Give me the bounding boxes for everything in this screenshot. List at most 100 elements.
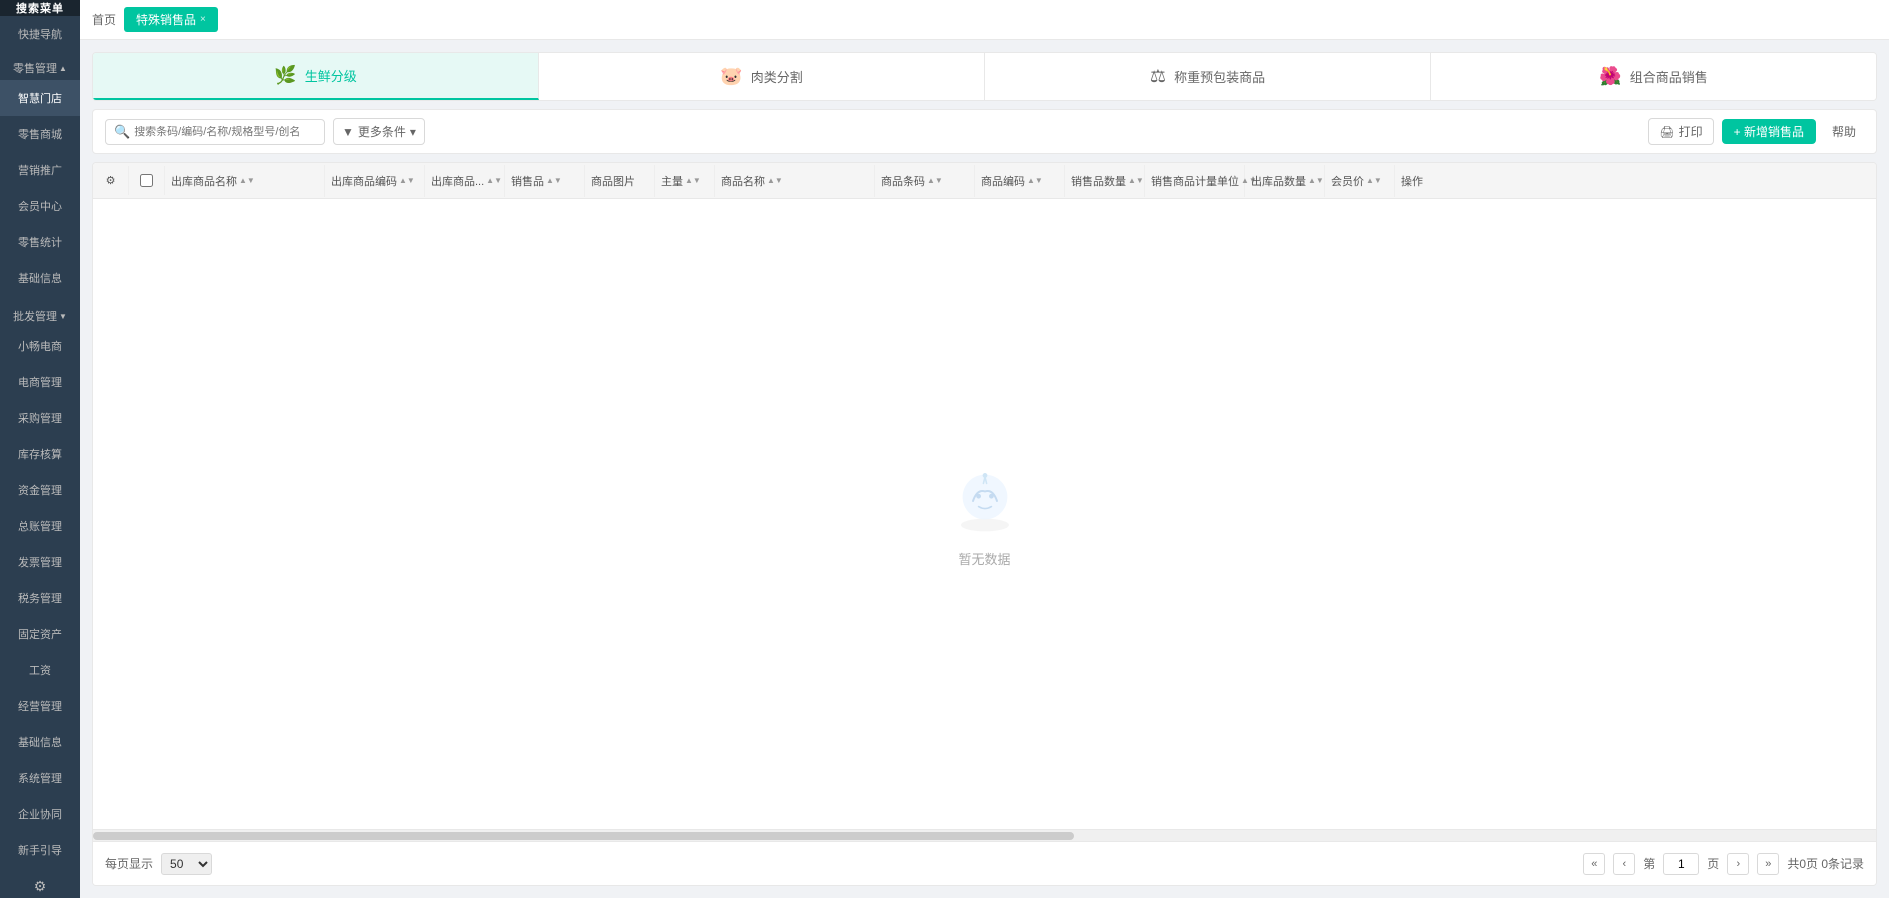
th-checkbox[interactable]	[129, 166, 165, 195]
sidebar-item-salary[interactable]: 工资	[0, 652, 80, 688]
sidebar-item-quick-nav[interactable]: 快捷导航	[0, 16, 80, 52]
select-all-checkbox[interactable]	[140, 174, 153, 187]
th-sale-unit[interactable]: 销售商品计量单位 ▲▼	[1145, 165, 1245, 197]
print-button[interactable]: 🖨 打印	[1648, 118, 1713, 145]
cat-tab-weigh-pack[interactable]: ⚖ 称重预包装商品	[985, 53, 1431, 100]
cat-tab-meat-cut[interactable]: 🐷 肉类分割	[539, 53, 985, 100]
print-icon: 🖨	[1659, 125, 1674, 139]
sidebar-item-tax[interactable]: 税务管理	[0, 580, 80, 616]
combo-sale-icon: 🌺	[1599, 66, 1621, 87]
empty-state-icon	[945, 461, 1025, 541]
new-sale-button[interactable]: + 新增销售品	[1722, 119, 1816, 144]
scrollbar-thumb[interactable]	[93, 832, 1074, 840]
th-gear[interactable]: ⚙	[93, 166, 129, 195]
th-out-name[interactable]: 出库商品名称 ▲▼	[165, 165, 325, 197]
sidebar-item-invoice[interactable]: 发票管理	[0, 544, 80, 580]
sidebar-item-fixed-assets[interactable]: 固定资产	[0, 616, 80, 652]
pagination-right: « ‹ 第 页 › » 共0页 0条记录	[1583, 853, 1864, 875]
th-out-qty-label: 出库品数量	[1251, 173, 1306, 189]
meat-cut-label: 肉类分割	[751, 67, 803, 86]
table-body: 暂无数据	[93, 199, 1876, 829]
main-content: 首页 特殊销售品 × 🌿 生鲜分级 🐷 肉类分割 ⚖ 称重预包装商品 🌺 组合商…	[80, 0, 1889, 898]
sidebar-item-mini-ecom[interactable]: 小畅电商	[0, 328, 80, 364]
sidebar-item-general-ledger[interactable]: 总账管理	[0, 508, 80, 544]
th-goods-img-label: 商品图片	[591, 173, 635, 189]
filter-icon: ▼	[342, 125, 354, 139]
first-page-button[interactable]: «	[1583, 853, 1605, 875]
fresh-grade-icon: 🌿	[274, 65, 296, 86]
sidebar-item-enterprise[interactable]: 企业协同	[0, 796, 80, 832]
topbar: 首页 特殊销售品 ×	[80, 0, 1889, 40]
sidebar-item-new-guide[interactable]: 新手引导	[0, 832, 80, 868]
sidebar-item-finance[interactable]: 资金管理	[0, 472, 80, 508]
sidebar-item-retail-stats[interactable]: 零售统计	[0, 224, 80, 260]
toolbar: 🔍 ▼ 更多条件 ▾ 🖨 打印 + 新增销售品 帮助	[92, 109, 1877, 154]
next-page-button[interactable]: ›	[1727, 853, 1749, 875]
th-sale-goods-label: 销售品	[511, 173, 544, 189]
total-count-label: 共0页 0条记录	[1787, 855, 1864, 872]
th-goods-img: 商品图片	[585, 165, 655, 197]
page-number-input[interactable]	[1663, 853, 1699, 875]
cat-tab-fresh-grade[interactable]: 🌿 生鲜分级	[93, 53, 539, 100]
cat-tab-combo-sale[interactable]: 🌺 组合商品销售	[1431, 53, 1876, 100]
sidebar-item-wholesale-mgmt[interactable]: 批发管理 ▼	[0, 300, 80, 328]
toolbar-right: 🖨 打印 + 新增销售品 帮助	[1648, 118, 1864, 145]
sidebar-item-retail-mgmt[interactable]: 零售管理 ▲	[0, 52, 80, 80]
th-member-price[interactable]: 会员价 ▲▼	[1325, 165, 1395, 197]
sidebar-item-basic-info[interactable]: 基础信息	[0, 260, 80, 296]
th-member-price-label: 会员价	[1331, 173, 1364, 189]
th-main[interactable]: 主量 ▲▼	[655, 165, 715, 197]
th-out-spec[interactable]: 出库商品... ▲▼	[425, 165, 505, 197]
prev-page-button[interactable]: ‹	[1613, 853, 1635, 875]
toolbar-left: 🔍 ▼ 更多条件 ▾	[105, 118, 425, 145]
sort-out-name-icon: ▲▼	[239, 177, 255, 185]
filter-label: 更多条件	[358, 123, 406, 140]
th-operation-label: 操作	[1401, 173, 1423, 189]
sidebar-item-ecom-mgmt[interactable]: 电商管理	[0, 364, 80, 400]
th-sale-qty[interactable]: 销售品数量 ▲▼	[1065, 165, 1145, 197]
search-input[interactable]	[134, 126, 316, 138]
sidebar-item-retail-mall[interactable]: 零售商城	[0, 116, 80, 152]
th-out-code[interactable]: 出库商品编码 ▲▼	[325, 165, 425, 197]
gear-icon[interactable]: ⚙	[0, 868, 80, 898]
page-label: 第	[1643, 855, 1655, 872]
sort-main-icon: ▲▼	[685, 177, 701, 185]
th-out-qty[interactable]: 出库品数量 ▲▼	[1245, 165, 1325, 197]
sort-barcode-icon: ▲▼	[927, 177, 943, 185]
search-box[interactable]: 🔍	[105, 119, 325, 145]
help-button[interactable]: 帮助	[1824, 119, 1864, 144]
th-goods-name[interactable]: 商品名称 ▲▼	[715, 165, 875, 197]
sidebar-item-operation[interactable]: 经营管理	[0, 688, 80, 724]
sidebar-item-basic-info2[interactable]: 基础信息	[0, 724, 80, 760]
last-page-button[interactable]: »	[1757, 853, 1779, 875]
per-page-select[interactable]: 50 10 20 100	[161, 853, 212, 875]
horizontal-scrollbar[interactable]	[93, 829, 1876, 841]
sidebar-item-smart-store[interactable]: 智慧门店	[0, 80, 80, 116]
th-sale-goods[interactable]: 销售品 ▲▼	[505, 165, 585, 197]
search-icon: 🔍	[114, 124, 130, 140]
table-header: ⚙ 出库商品名称 ▲▼ 出库商品编码 ▲▼ 出库商品... ▲▼	[93, 163, 1876, 199]
pagination: 每页显示 50 10 20 100 « ‹ 第 页 › » 共	[93, 841, 1876, 885]
retail-mgmt-arrow: ▲	[59, 64, 67, 73]
sort-out-qty-icon: ▲▼	[1308, 177, 1324, 185]
sidebar-item-marketing[interactable]: 营销推广	[0, 152, 80, 188]
sidebar-item-member[interactable]: 会员中心	[0, 188, 80, 224]
sidebar-item-purchase-mgmt[interactable]: 采购管理	[0, 400, 80, 436]
tab-close-icon[interactable]: ×	[200, 14, 206, 25]
th-goods-code-label: 商品编码	[981, 173, 1025, 189]
per-page-label: 每页显示	[105, 855, 153, 872]
filter-arrow-icon: ▾	[410, 125, 416, 139]
sort-goods-name-icon: ▲▼	[767, 177, 783, 185]
th-out-name-label: 出库商品名称	[171, 173, 237, 189]
special-sales-tab[interactable]: 特殊销售品 ×	[124, 7, 218, 32]
th-barcode[interactable]: 商品条码 ▲▼	[875, 165, 975, 197]
home-link[interactable]: 首页	[92, 11, 116, 28]
content-area: 🌿 生鲜分级 🐷 肉类分割 ⚖ 称重预包装商品 🌺 组合商品销售 🔍	[80, 40, 1889, 898]
sort-sale-qty-icon: ▲▼	[1128, 177, 1144, 185]
sort-sale-goods-icon: ▲▼	[546, 177, 562, 185]
filter-button[interactable]: ▼ 更多条件 ▾	[333, 118, 425, 145]
weigh-pack-icon: ⚖	[1150, 66, 1166, 87]
th-goods-code[interactable]: 商品编码 ▲▼	[975, 165, 1065, 197]
sidebar-item-system-mgmt[interactable]: 系统管理	[0, 760, 80, 796]
sidebar-item-inventory[interactable]: 库存核算	[0, 436, 80, 472]
